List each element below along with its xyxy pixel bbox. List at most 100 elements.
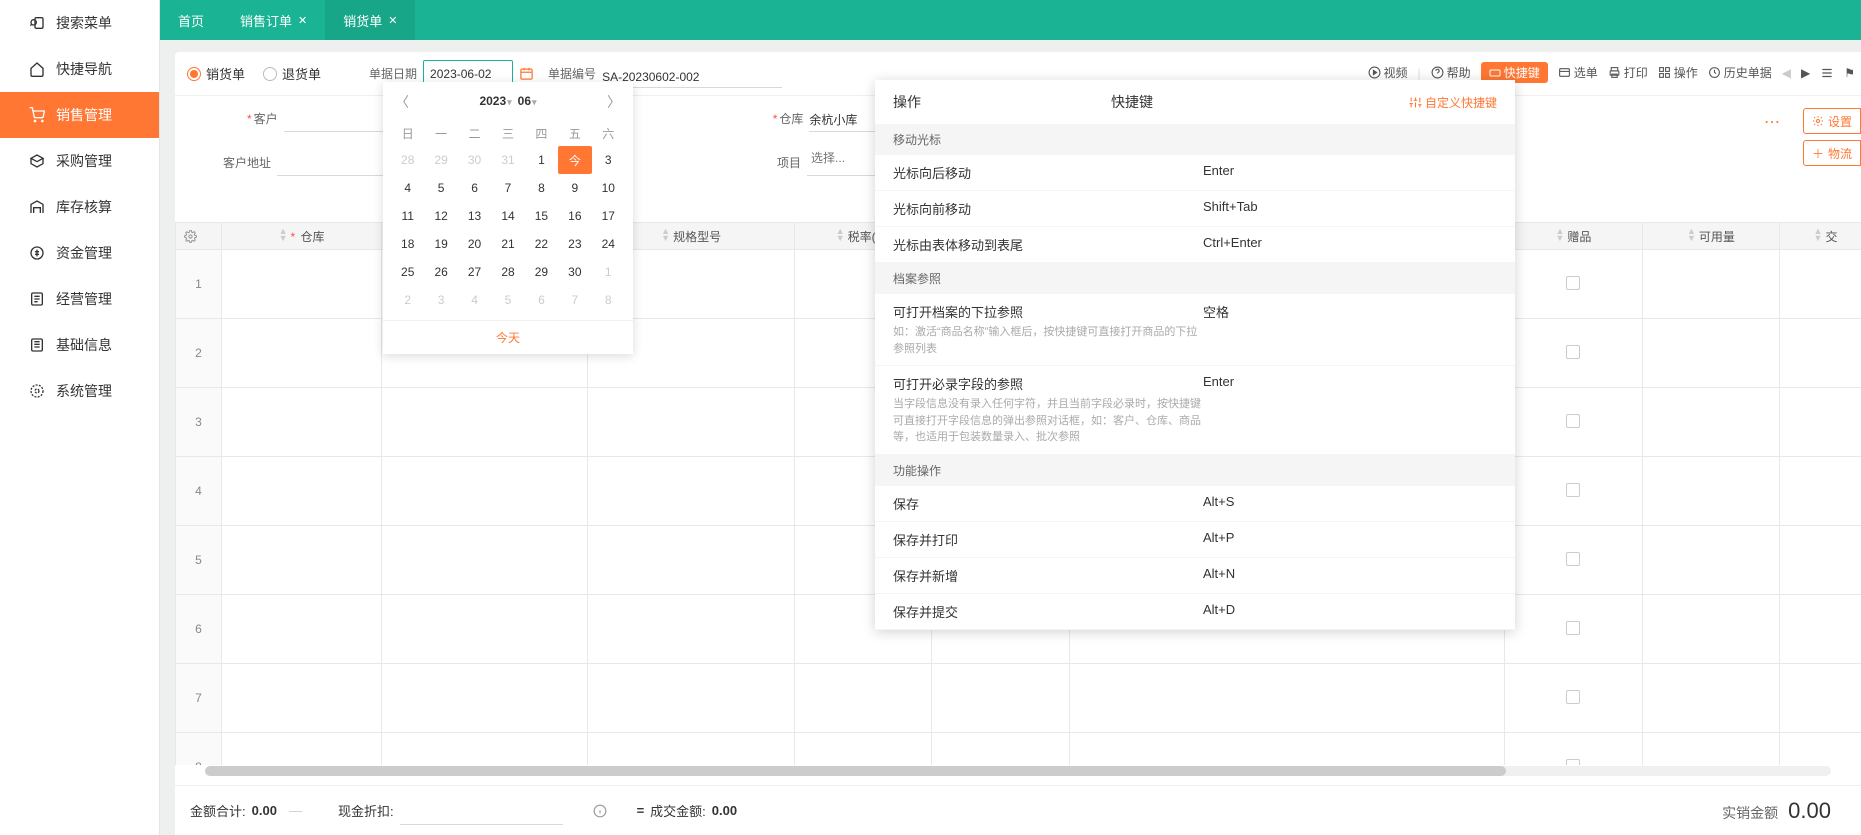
cal-day[interactable]: 26 — [424, 258, 457, 286]
cal-day[interactable]: 8 — [592, 286, 625, 314]
deal-value: 0.00 — [712, 803, 737, 818]
cal-day[interactable]: 25 — [391, 258, 424, 286]
cal-day[interactable]: 14 — [491, 202, 524, 230]
shc-customize-button[interactable]: 自定义快捷键 — [1409, 94, 1497, 111]
cal-day[interactable]: 1 — [592, 258, 625, 286]
col-header[interactable] — [176, 223, 222, 250]
toolbar-operate[interactable]: 操作 — [1658, 64, 1698, 81]
gift-checkbox[interactable] — [1566, 759, 1580, 766]
cal-weekday: 三 — [491, 120, 524, 146]
cal-day[interactable]: 1 — [525, 146, 558, 174]
cal-day[interactable]: 30 — [558, 258, 591, 286]
tab-2[interactable]: 销货单✕ — [325, 0, 415, 40]
cal-day[interactable]: 20 — [458, 230, 491, 258]
tab-close-icon[interactable]: ✕ — [388, 14, 397, 27]
cal-year-select[interactable]: 2023▾ — [479, 94, 511, 108]
toolbar-help[interactable]: 帮助 — [1431, 64, 1471, 81]
cal-day[interactable]: 27 — [458, 258, 491, 286]
cal-day[interactable]: 24 — [592, 230, 625, 258]
cal-day[interactable]: 19 — [424, 230, 457, 258]
cal-day[interactable]: 5 — [424, 174, 457, 202]
cal-month-select[interactable]: 06▾ — [518, 94, 537, 108]
cal-day[interactable]: 3 — [424, 286, 457, 314]
cal-day[interactable]: 15 — [525, 202, 558, 230]
logistics-button[interactable]: ＋物流 — [1803, 140, 1861, 166]
settings-button[interactable]: 设置 — [1803, 108, 1861, 134]
gift-checkbox[interactable] — [1566, 621, 1580, 635]
cal-day[interactable]: 7 — [491, 174, 524, 202]
cal-day[interactable]: 29 — [525, 258, 558, 286]
cal-day[interactable]: 9 — [558, 174, 591, 202]
cal-day[interactable]: 21 — [491, 230, 524, 258]
sidebar-item-2[interactable]: 销售管理 — [0, 92, 159, 138]
cal-day[interactable]: 17 — [592, 202, 625, 230]
gift-checkbox[interactable] — [1566, 345, 1580, 359]
tab-close-icon[interactable]: ✕ — [298, 14, 307, 27]
project-label: 项目 — [777, 154, 801, 171]
cal-day[interactable]: 29 — [424, 146, 457, 174]
gift-checkbox[interactable] — [1566, 690, 1580, 704]
cal-day[interactable]: 11 — [391, 202, 424, 230]
cal-day[interactable]: 31 — [491, 146, 524, 174]
cal-day[interactable]: 28 — [491, 258, 524, 286]
cal-day[interactable]: 10 — [592, 174, 625, 202]
sidebar-item-1[interactable]: 快捷导航 — [0, 46, 159, 92]
toolbar-flag-icon[interactable]: ⚑ — [1844, 66, 1855, 80]
sidebar-item-8[interactable]: 系统管理 — [0, 368, 159, 414]
cal-day[interactable]: 4 — [391, 174, 424, 202]
toolbar-menu-icon[interactable] — [1820, 66, 1834, 80]
sidebar-item-7[interactable]: 基础信息 — [0, 322, 159, 368]
sidebar-item-0[interactable]: 搜索菜单 — [0, 0, 159, 46]
col-header[interactable]: ▲▼赠品 — [1505, 223, 1643, 250]
col-header[interactable]: ▲▼可用量 — [1642, 223, 1780, 250]
radio-return[interactable]: 退货单 — [263, 64, 321, 83]
radio-sale[interactable]: 销货单 — [187, 64, 245, 83]
cal-day[interactable]: 13 — [458, 202, 491, 230]
cal-day[interactable]: 28 — [391, 146, 424, 174]
shc-section-header: 功能操作 — [875, 455, 1515, 486]
gift-checkbox[interactable] — [1566, 414, 1580, 428]
gift-checkbox[interactable] — [1566, 276, 1580, 290]
toolbar-select[interactable]: 选单 — [1558, 64, 1598, 81]
cal-day[interactable]: 6 — [525, 286, 558, 314]
sidebar-item-5[interactable]: 资金管理 — [0, 230, 159, 276]
gear-icon[interactable] — [184, 230, 197, 243]
gift-checkbox[interactable] — [1566, 552, 1580, 566]
toolbar-prev-icon[interactable]: ◀ — [1782, 66, 1791, 80]
cal-day[interactable]: 23 — [558, 230, 591, 258]
tab-0[interactable]: 首页 — [160, 0, 222, 40]
sidebar-item-3[interactable]: 采购管理 — [0, 138, 159, 184]
form-more-icon[interactable]: ⋯ — [1764, 112, 1781, 132]
cal-day[interactable]: 3 — [592, 146, 625, 174]
cal-day[interactable]: 8 — [525, 174, 558, 202]
cal-day[interactable]: 5 — [491, 286, 524, 314]
cal-day[interactable]: 2 — [391, 286, 424, 314]
discount-input[interactable] — [400, 793, 563, 821]
col-header[interactable]: ▲▼* 仓库 — [221, 223, 381, 250]
cal-day[interactable]: 7 — [558, 286, 591, 314]
cal-next-icon[interactable]: 〉 — [607, 92, 621, 112]
cal-day[interactable]: 4 — [458, 286, 491, 314]
cal-day[interactable]: 今 — [558, 146, 591, 174]
cal-day[interactable]: 16 — [558, 202, 591, 230]
sidebar-item-4[interactable]: 库存核算 — [0, 184, 159, 230]
tab-1[interactable]: 销售订单✕ — [222, 0, 325, 40]
col-header[interactable]: ▲▼交 — [1780, 223, 1861, 250]
toolbar-print[interactable]: 打印 — [1608, 64, 1648, 81]
toolbar-history[interactable]: 历史单据 — [1708, 64, 1772, 81]
cal-today-button[interactable]: 今天 — [383, 320, 633, 354]
toolbar-video[interactable]: 视频 — [1368, 64, 1408, 81]
table-row[interactable]: 8 — [176, 733, 1861, 766]
cal-day[interactable]: 6 — [458, 174, 491, 202]
cal-day[interactable]: 30 — [458, 146, 491, 174]
cal-day[interactable]: 18 — [391, 230, 424, 258]
calendar-icon[interactable] — [519, 66, 534, 81]
sidebar-item-6[interactable]: 经营管理 — [0, 276, 159, 322]
horizontal-scrollbar[interactable] — [205, 766, 1831, 776]
table-row[interactable]: 7 — [176, 664, 1861, 733]
gift-checkbox[interactable] — [1566, 483, 1580, 497]
cal-day[interactable]: 12 — [424, 202, 457, 230]
cal-prev-icon[interactable]: 〈 — [395, 92, 409, 112]
toolbar-next-icon[interactable]: ▶ — [1801, 66, 1810, 80]
cal-day[interactable]: 22 — [525, 230, 558, 258]
